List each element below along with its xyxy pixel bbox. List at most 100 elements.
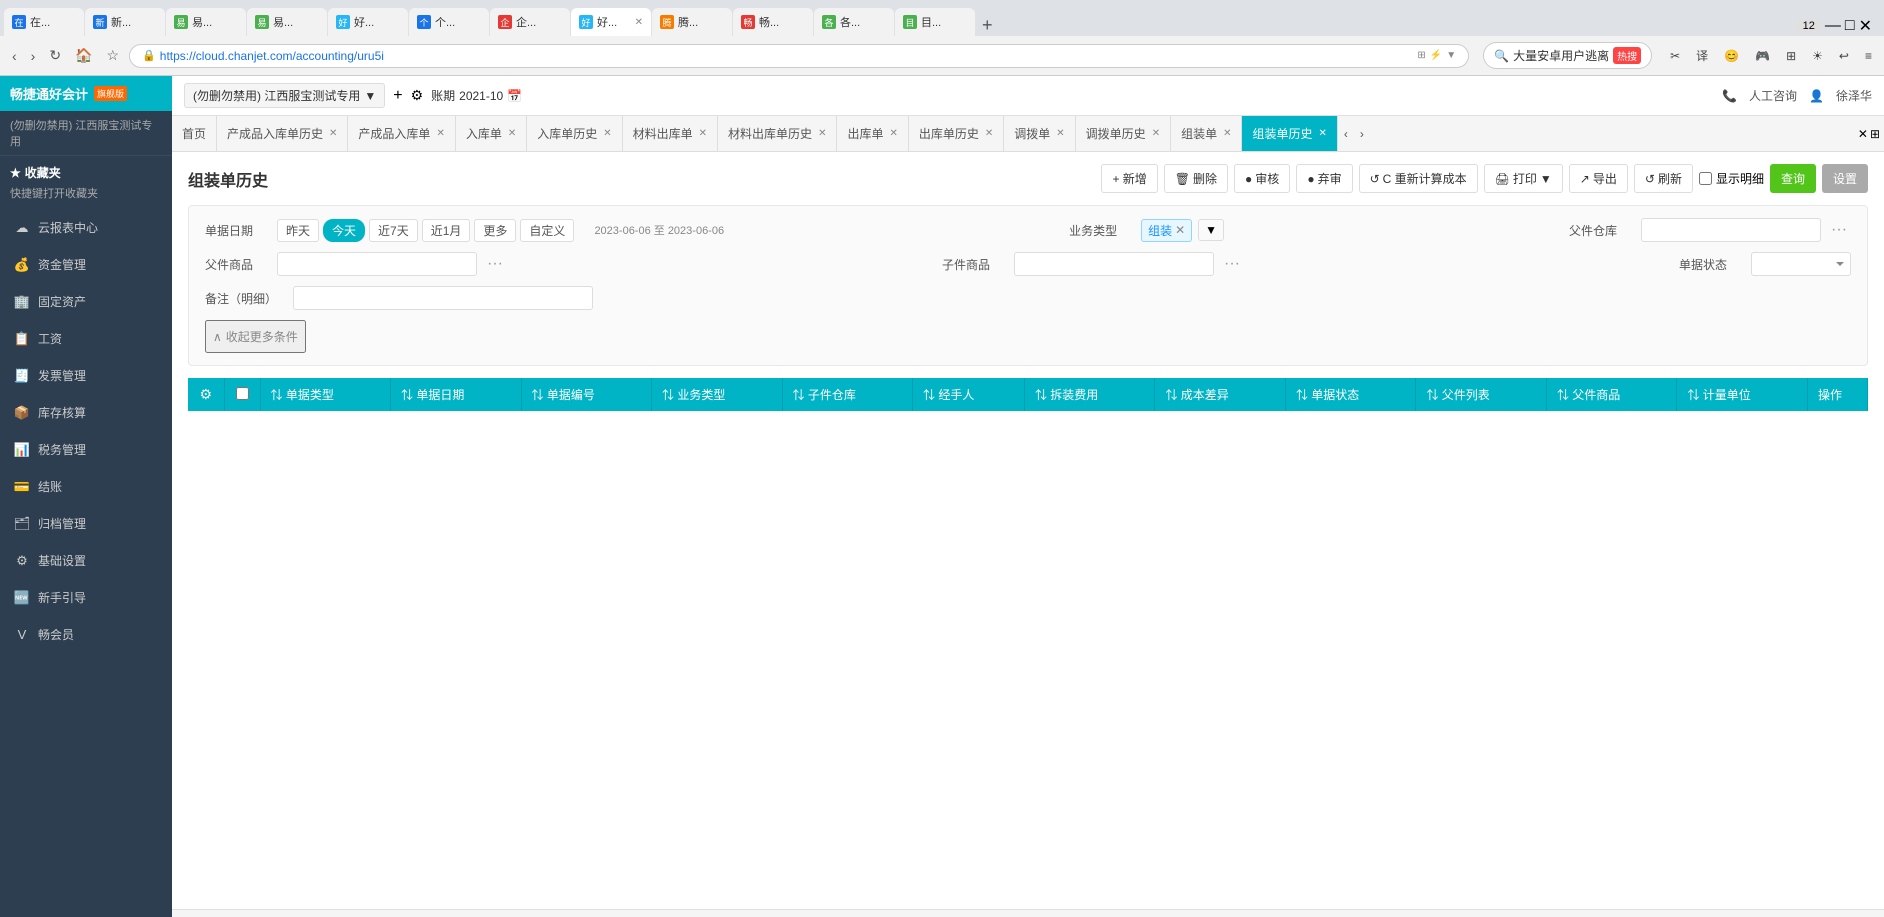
undo-button[interactable]: ↩ xyxy=(1835,47,1853,65)
th-bill-date[interactable]: ⇅ 单据日期 xyxy=(391,378,522,411)
browser-tab-3[interactable]: 易 易... xyxy=(166,8,246,36)
th-unit[interactable]: ⇅ 计量单位 xyxy=(1677,378,1808,411)
sidebar-item-fund[interactable]: 💰 资金管理 xyxy=(0,246,172,283)
page-tab-inbound[interactable]: 入库单 ✕ xyxy=(456,116,527,152)
refresh-button[interactable]: ↺ 刷新 xyxy=(1634,164,1693,193)
company-settings-button[interactable]: ⚙ xyxy=(411,87,424,104)
th-disassembly-cost[interactable]: ⇅ 拆装费用 xyxy=(1024,378,1155,411)
page-tab-outbound[interactable]: 出库单 ✕ xyxy=(837,116,908,152)
sidebar-item-settlement[interactable]: 💳 结账 xyxy=(0,468,172,505)
page-tab-inbound-history[interactable]: 入库单历史 ✕ xyxy=(527,116,622,152)
sidebar-item-guide[interactable]: 🆕 新手引导 xyxy=(0,579,172,616)
page-tab-production-inbound-history[interactable]: 产成品入库单历史 ✕ xyxy=(217,116,348,152)
audit-button[interactable]: ● 审核 xyxy=(1234,164,1290,193)
settings-button[interactable]: 设置 xyxy=(1822,164,1868,193)
home-button[interactable]: 🏠 xyxy=(71,45,96,66)
outbound-close[interactable]: ✕ xyxy=(889,128,897,139)
page-tab-assembly[interactable]: 组装单 ✕ xyxy=(1171,116,1242,152)
sun-button[interactable]: ☀ xyxy=(1808,47,1827,65)
more-tabs-button[interactable]: ⊞ xyxy=(1870,127,1880,141)
browser-tab-11[interactable]: 各 各... xyxy=(814,8,894,36)
recalculate-button[interactable]: ↺ C 重新计算成本 xyxy=(1359,164,1478,193)
browser-tab-1[interactable]: 在 在... xyxy=(4,8,84,36)
child-item-more[interactable]: ··· xyxy=(1220,255,1244,273)
assembly-close[interactable]: ✕ xyxy=(1223,128,1231,139)
th-bill-status[interactable]: ⇅ 单据状态 xyxy=(1285,378,1416,411)
browser-tab-12[interactable]: 目 目... xyxy=(895,8,975,36)
production-inbound-close[interactable]: ✕ xyxy=(436,128,444,139)
back-button[interactable]: ‹ xyxy=(8,46,21,66)
page-tab-home[interactable]: 首页 xyxy=(172,116,217,152)
th-gear[interactable]: ⚙ xyxy=(188,378,224,411)
browser-tab-9[interactable]: 腾 腾... xyxy=(652,8,732,36)
page-tab-transfer[interactable]: 调拨单 ✕ xyxy=(1004,116,1075,152)
menu-button[interactable]: ≡ xyxy=(1861,47,1876,65)
page-tab-material-outbound[interactable]: 材料出库单 ✕ xyxy=(623,116,718,152)
sidebar-item-cloud-report[interactable]: ☁ 云报表中心 xyxy=(0,209,172,246)
search-box[interactable]: 🔍 大量安卓用户逃离 热搜 xyxy=(1483,42,1652,69)
parent-warehouse-more[interactable]: ··· xyxy=(1827,221,1851,239)
query-button[interactable]: 查询 xyxy=(1770,164,1816,193)
material-outbound-close[interactable]: ✕ xyxy=(699,128,707,139)
yesterday-btn[interactable]: 昨天 xyxy=(277,219,319,242)
business-type-tag-close[interactable]: ✕ xyxy=(1175,223,1185,237)
transfer-close[interactable]: ✕ xyxy=(1056,128,1064,139)
material-outbound-history-close[interactable]: ✕ xyxy=(818,128,826,139)
th-business-type[interactable]: ⇅ 业务类型 xyxy=(652,378,783,411)
bill-status-select[interactable] xyxy=(1751,252,1851,276)
url-box[interactable]: 🔒 https://cloud.chanjet.com/accounting/u… xyxy=(129,44,1469,68)
scissors-button[interactable]: ✂ xyxy=(1666,47,1684,65)
minimize-button[interactable]: — xyxy=(1825,17,1841,35)
show-detail-checkbox[interactable] xyxy=(1699,172,1712,185)
browser-tab-8[interactable]: 好 好... ✕ xyxy=(571,8,651,36)
inbound-history-close[interactable]: ✕ xyxy=(603,128,611,139)
add-company-button[interactable]: + xyxy=(393,87,402,105)
print-button[interactable]: 🖨 打印 ▼ xyxy=(1484,164,1563,193)
th-child-warehouse[interactable]: ⇅ 子件仓库 xyxy=(782,378,913,411)
sidebar-item-settings[interactable]: ⚙ 基础设置 xyxy=(0,542,172,579)
page-tab-outbound-history[interactable]: 出库单历史 ✕ xyxy=(909,116,1004,152)
tab-8-close[interactable]: ✕ xyxy=(635,17,643,28)
page-tab-production-inbound[interactable]: 产成品入库单 ✕ xyxy=(348,116,455,152)
transfer-history-close[interactable]: ✕ xyxy=(1152,128,1160,139)
sidebar-item-archive[interactable]: 🗂 归档管理 xyxy=(0,505,172,542)
today-btn[interactable]: 今天 xyxy=(323,219,365,242)
last1month-btn[interactable]: 近1月 xyxy=(422,219,471,242)
abandon-button[interactable]: ● 弃审 xyxy=(1296,164,1352,193)
game-button[interactable]: 🎮 xyxy=(1751,47,1774,65)
page-tab-transfer-history[interactable]: 调拨单历史 ✕ xyxy=(1076,116,1171,152)
last7days-btn[interactable]: 近7天 xyxy=(369,219,418,242)
refresh-browser-button[interactable]: ↻ xyxy=(45,45,65,66)
business-type-dropdown[interactable]: ▼ xyxy=(1198,219,1224,241)
show-detail-toggle[interactable]: 显示明细 xyxy=(1699,170,1764,187)
sidebar-item-tax[interactable]: 📊 税务管理 xyxy=(0,431,172,468)
th-checkbox[interactable] xyxy=(224,378,260,411)
browser-tab-7[interactable]: 企 企... xyxy=(490,8,570,36)
custom-date-btn[interactable]: 自定义 xyxy=(520,219,574,242)
tab-scroll-right[interactable]: › xyxy=(1354,127,1370,141)
translate-button[interactable]: 译 xyxy=(1692,45,1712,66)
inbound-close[interactable]: ✕ xyxy=(508,128,516,139)
grid-button[interactable]: ⊞ xyxy=(1782,47,1800,65)
forward-button[interactable]: › xyxy=(27,46,40,66)
child-item-input[interactable] xyxy=(1014,252,1214,276)
production-inbound-history-close[interactable]: ✕ xyxy=(329,128,337,139)
new-tab-button[interactable]: + xyxy=(976,15,999,36)
close-all-tabs-button[interactable]: ✕ xyxy=(1858,127,1868,141)
th-bill-type[interactable]: ⇅ 单据类型 xyxy=(260,378,391,411)
sidebar-item-invoice[interactable]: 🧾 发票管理 xyxy=(0,357,172,394)
th-handler[interactable]: ⇅ 经手人 xyxy=(913,378,1025,411)
parent-warehouse-input[interactable] xyxy=(1641,218,1821,242)
scrollbar-hint[interactable] xyxy=(172,909,1884,917)
page-tab-material-outbound-history[interactable]: 材料出库单历史 ✕ xyxy=(718,116,837,152)
bookmark-button[interactable]: ☆ xyxy=(103,45,124,66)
select-all-checkbox[interactable] xyxy=(236,387,249,400)
th-parent-item[interactable]: ⇅ 父件商品 xyxy=(1546,378,1677,411)
delete-button[interactable]: 🗑 删除 xyxy=(1164,164,1228,193)
remark-input[interactable] xyxy=(293,286,593,310)
company-select[interactable]: (勿删勿禁用) 江西服宝测试专用 ▼ xyxy=(184,83,385,108)
th-cost-diff[interactable]: ⇅ 成本差异 xyxy=(1155,378,1286,411)
emoji-button[interactable]: 😊 xyxy=(1720,47,1743,65)
maximize-button[interactable]: □ xyxy=(1845,17,1855,35)
close-window-button[interactable]: ✕ xyxy=(1859,16,1872,36)
